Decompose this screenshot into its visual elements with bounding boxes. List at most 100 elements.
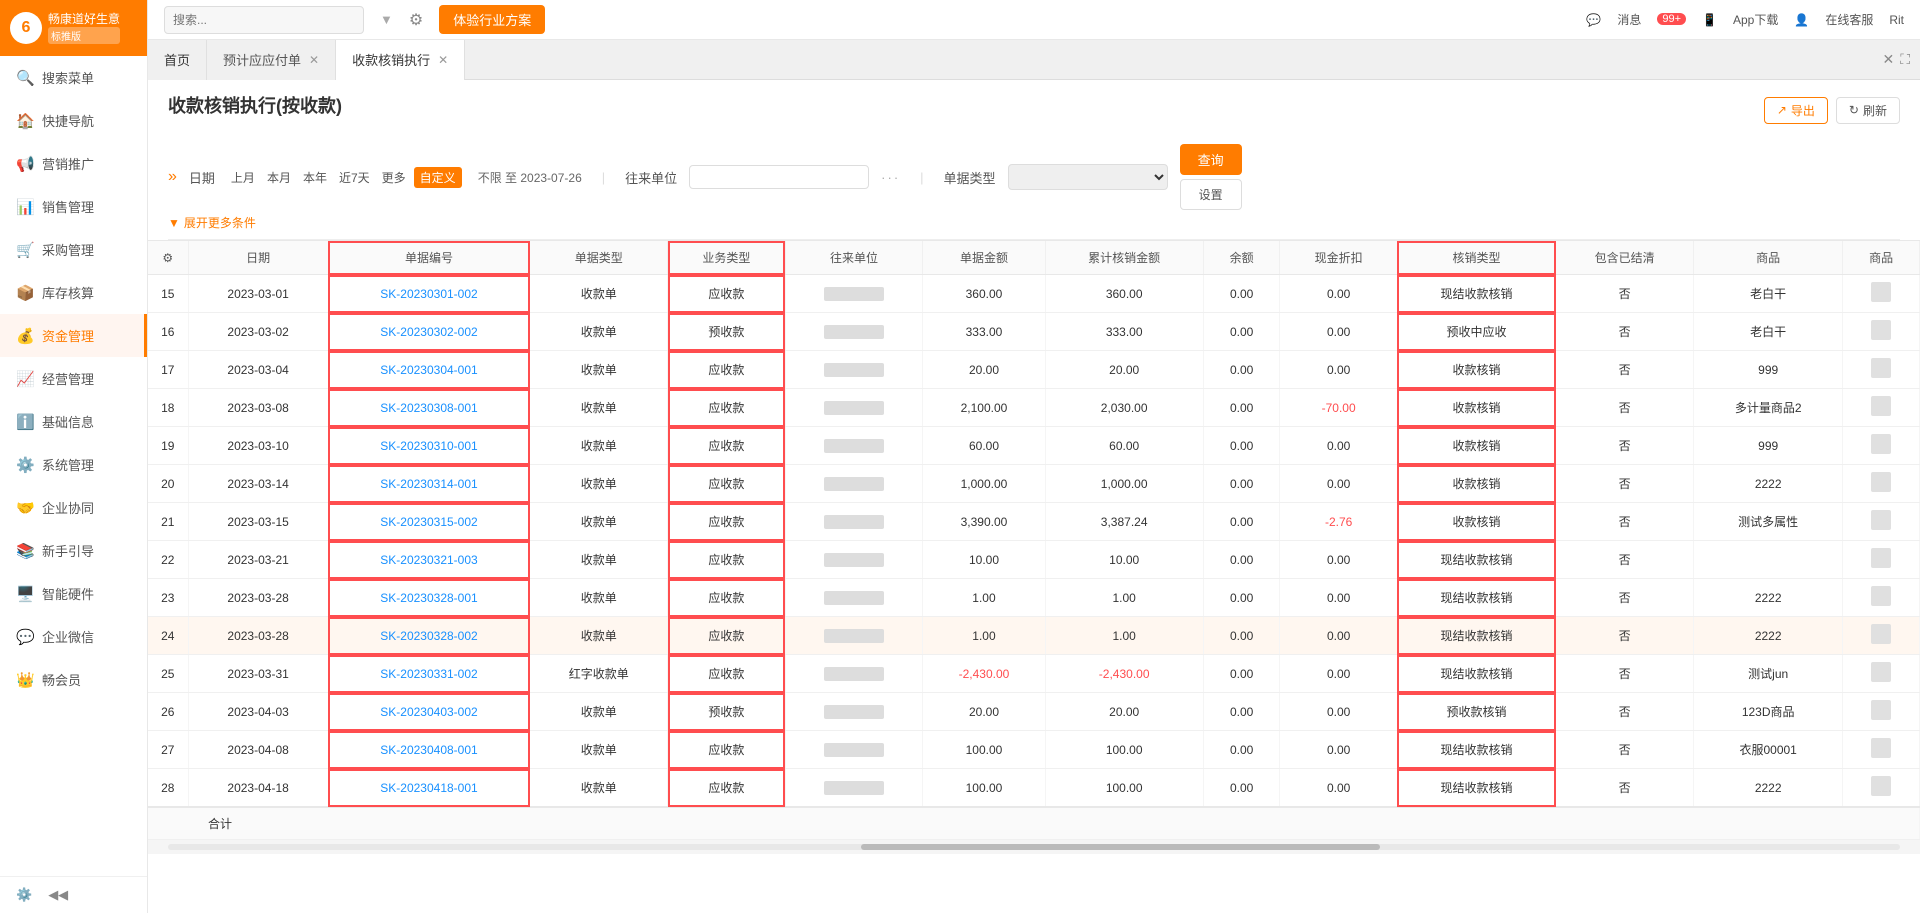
data-table: ⚙ 日期 单据编号 单据类型 业务类型 往来单位 单据金额 累计核销金额 余额 … [148, 241, 1920, 840]
col-header-goods2[interactable]: 商品 [1843, 241, 1920, 275]
cell-cash-discount: 0.00 [1280, 693, 1397, 731]
sidebar-item-label: 系统管理 [42, 455, 94, 474]
search-input[interactable] [164, 6, 364, 34]
voucher-type-select[interactable] [1008, 164, 1168, 190]
app-download-label[interactable]: App下载 [1733, 11, 1778, 28]
tab-expand-icon[interactable]: ⛶ [1900, 51, 1910, 68]
table-row: 19 2023-03-10 SK-20230310-001 收款单 应收款 60… [148, 427, 1920, 465]
counterparty-input[interactable] [689, 165, 869, 189]
scroll-track[interactable] [168, 844, 1900, 850]
voucher-no-link[interactable]: SK-20230301-002 [380, 287, 477, 301]
voucher-no-link[interactable]: SK-20230408-001 [380, 743, 477, 757]
cell-counterparty [785, 503, 923, 541]
col-header-voucher-no[interactable]: 单据编号 [328, 241, 530, 275]
cell-amount: 333.00 [923, 313, 1045, 351]
solution-button[interactable]: 体验行业方案 [439, 5, 545, 34]
col-header-counterparty[interactable]: 往来单位 [785, 241, 923, 275]
user-name[interactable]: Rit [1889, 13, 1904, 27]
sidebar-item-inventory[interactable]: 📦库存核算 [0, 271, 147, 314]
horizontal-scrollbar[interactable] [148, 840, 1920, 854]
filter-more-dots[interactable]: ··· [881, 170, 900, 185]
cell-goods: 999 [1694, 351, 1843, 389]
cell-voucher-type: 收款单 [530, 465, 668, 503]
cell-goods2 [1843, 541, 1920, 579]
sidebar-item-wechat[interactable]: 💬企业微信 [0, 615, 147, 658]
voucher-no-link[interactable]: SK-20230302-002 [380, 325, 477, 339]
cell-goods: 老白干 [1694, 275, 1843, 313]
col-header-goods[interactable]: 商品 [1694, 241, 1843, 275]
cell-writeoff-type: 收款核销 [1397, 351, 1555, 389]
sidebar-item-search[interactable]: 🔍搜索菜单 [0, 56, 147, 99]
filter-settings-button[interactable]: 设置 [1180, 179, 1242, 210]
col-header-writeoff-type[interactable]: 核销类型 [1397, 241, 1555, 275]
sidebar-item-basic[interactable]: ℹ️基础信息 [0, 400, 147, 443]
sidebar-item-purchase[interactable]: 🛒采购管理 [0, 228, 147, 271]
cell-voucher-type: 收款单 [530, 275, 668, 313]
date-btn-last-month[interactable]: 上月 [227, 167, 259, 188]
query-button[interactable]: 查询 [1180, 144, 1242, 175]
sidebar-item-finance[interactable]: 💰资金管理 [0, 314, 147, 357]
voucher-no-link[interactable]: SK-20230308-001 [380, 401, 477, 415]
cell-goods: 999 [1694, 427, 1843, 465]
date-btn-7days[interactable]: 近7天 [335, 167, 374, 188]
sidebar-item-label: 资金管理 [42, 326, 94, 345]
gear-icon[interactable]: ⚙ [409, 10, 423, 30]
online-support-label[interactable]: 在线客服 [1825, 11, 1873, 28]
voucher-no-link[interactable]: SK-20230304-001 [380, 363, 477, 377]
col-header-cash-discount[interactable]: 现金折扣 [1280, 241, 1397, 275]
refresh-button[interactable]: ↻ 刷新 [1836, 97, 1900, 124]
expand-more-btn[interactable]: ▼ 展开更多条件 [168, 214, 1900, 231]
voucher-no-link[interactable]: SK-20230328-002 [380, 629, 477, 643]
cell-counterparty [785, 389, 923, 427]
voucher-no-link[interactable]: SK-20230314-001 [380, 477, 477, 491]
collapse-icon[interactable]: ◀◀ [48, 887, 68, 903]
tab-close-all-icon[interactable]: ✕ [1882, 51, 1894, 68]
col-header-amount[interactable]: 单据金额 [923, 241, 1045, 275]
date-btn-this-year[interactable]: 本年 [299, 167, 331, 188]
cell-voucher-type: 收款单 [530, 769, 668, 808]
col-header-include-settled[interactable]: 包含已结清 [1556, 241, 1694, 275]
cell-writeoff-type: 现结收款核销 [1397, 617, 1555, 655]
col-header-date[interactable]: 日期 [188, 241, 328, 275]
col-header-business-type[interactable]: 业务类型 [668, 241, 785, 275]
sidebar-item-system[interactable]: ⚙️系统管理 [0, 443, 147, 486]
col-header-balance[interactable]: 余额 [1203, 241, 1280, 275]
settings-icon[interactable]: ⚙️ [16, 887, 32, 903]
voucher-no-link[interactable]: SK-20230315-002 [380, 515, 477, 529]
cell-include-settled: 否 [1556, 541, 1694, 579]
date-btn-custom[interactable]: 自定义 [414, 167, 462, 188]
export-button[interactable]: ↗ 导出 [1764, 97, 1828, 124]
cell-include-settled: 否 [1556, 275, 1694, 313]
cell-index: 28 [148, 769, 188, 808]
voucher-no-link[interactable]: SK-20230418-001 [380, 781, 477, 795]
sidebar-item-guide[interactable]: 📚新手引导 [0, 529, 147, 572]
tab-verification[interactable]: 收款核销执行 ✕ [336, 40, 465, 80]
date-btn-more[interactable]: 更多 [378, 167, 410, 188]
tab-home[interactable]: 首页 [148, 40, 207, 80]
sidebar-item-collab[interactable]: 🤝企业协同 [0, 486, 147, 529]
tab-verification-close[interactable]: ✕ [438, 53, 448, 67]
sidebar-item-hardware[interactable]: 🖥️智能硬件 [0, 572, 147, 615]
sidebar-item-operations[interactable]: 📈经营管理 [0, 357, 147, 400]
refresh-icon: ↻ [1849, 103, 1859, 117]
voucher-no-link[interactable]: SK-20230310-001 [380, 439, 477, 453]
col-header-voucher-type[interactable]: 单据类型 [530, 241, 668, 275]
cell-date: 2023-03-28 [188, 617, 328, 655]
scroll-thumb[interactable] [861, 844, 1381, 850]
collapse-filter-btn[interactable]: » [168, 168, 177, 186]
expand-icon: ▼ [168, 216, 180, 230]
sidebar-item-member[interactable]: 👑畅会员 [0, 658, 147, 701]
dropdown-icon[interactable]: ▼ [380, 12, 393, 27]
sidebar-item-shortcut[interactable]: 🏠快捷导航 [0, 99, 147, 142]
voucher-no-link[interactable]: SK-20230321-003 [380, 553, 477, 567]
sidebar-item-sales[interactable]: 📊销售管理 [0, 185, 147, 228]
cell-date: 2023-03-01 [188, 275, 328, 313]
tab-receivable-close[interactable]: ✕ [309, 53, 319, 67]
tab-receivable[interactable]: 预计应应付单 ✕ [207, 40, 336, 80]
voucher-no-link[interactable]: SK-20230328-001 [380, 591, 477, 605]
date-btn-this-month[interactable]: 本月 [263, 167, 295, 188]
col-header-cum-writeoff[interactable]: 累计核销金额 [1045, 241, 1203, 275]
sidebar-item-marketing[interactable]: 📢营销推广 [0, 142, 147, 185]
voucher-no-link[interactable]: SK-20230403-002 [380, 705, 477, 719]
voucher-no-link[interactable]: SK-20230331-002 [380, 667, 477, 681]
